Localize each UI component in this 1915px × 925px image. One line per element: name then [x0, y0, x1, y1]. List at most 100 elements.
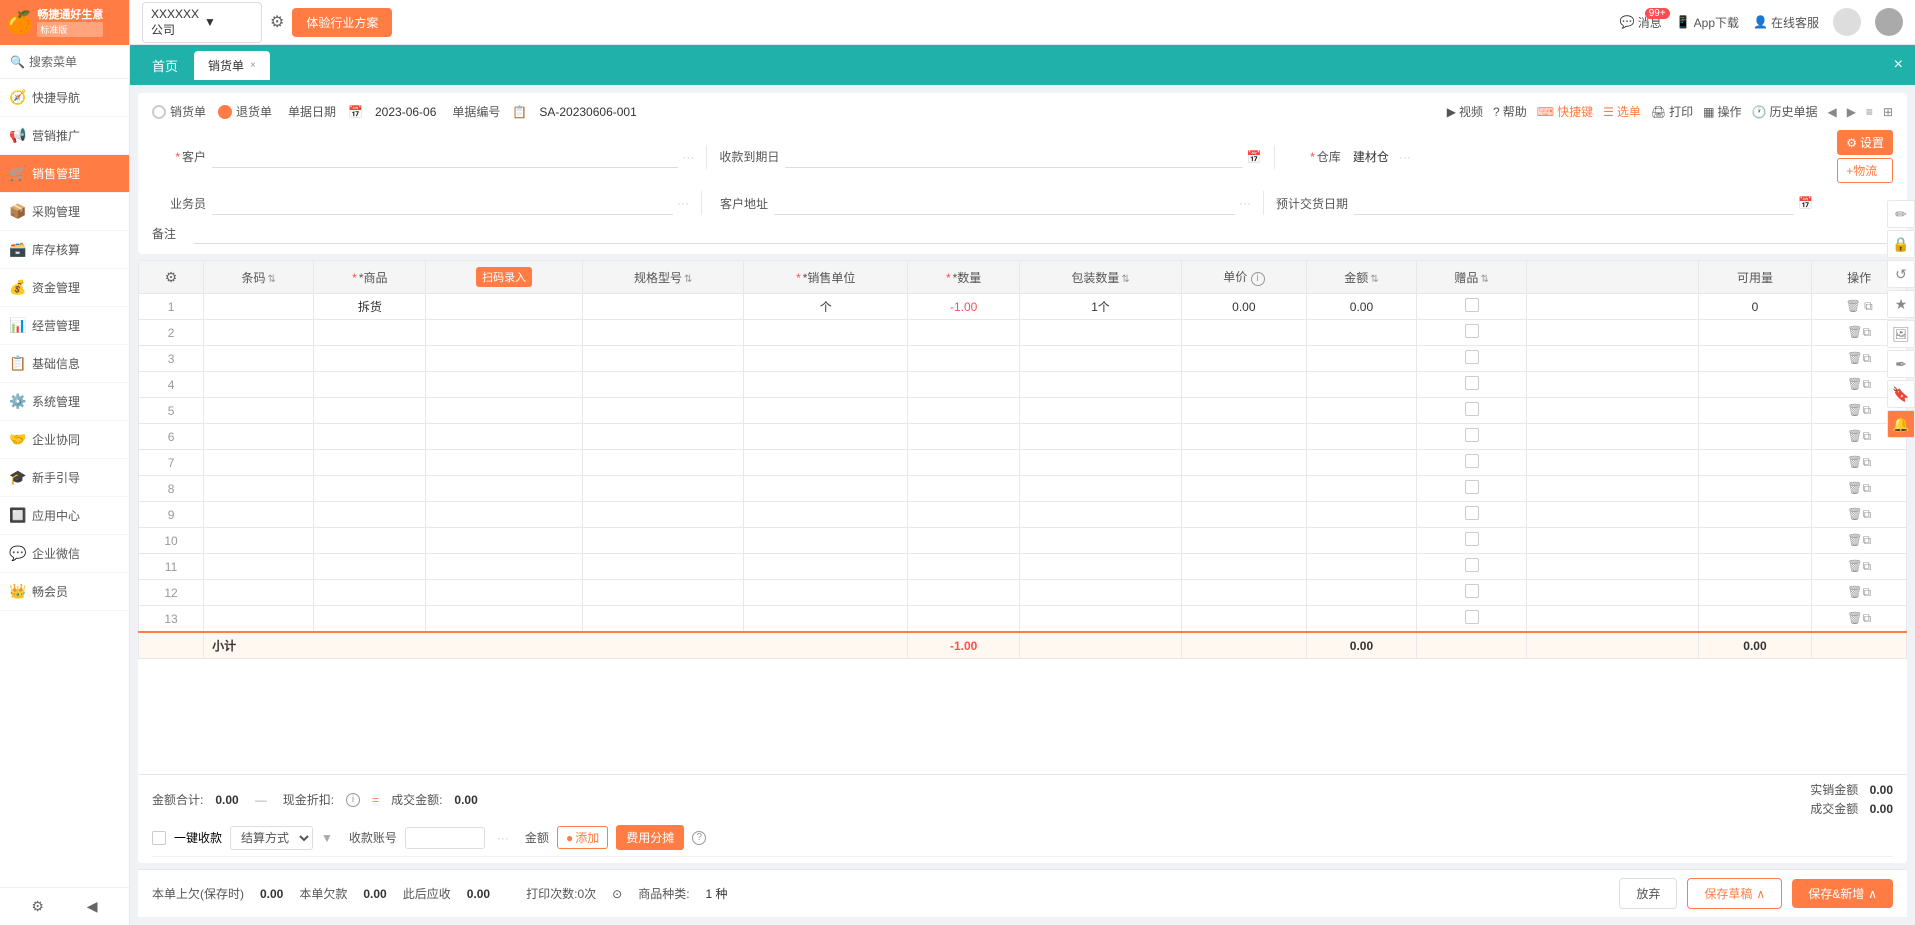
cell-amount[interactable]: [1306, 580, 1416, 606]
cell-price[interactable]: [1181, 528, 1306, 554]
one-click-pay-checkbox[interactable]: [152, 831, 166, 845]
customer-addr-input[interactable]: [774, 192, 1235, 215]
cell-product[interactable]: [314, 372, 426, 398]
cell-unit[interactable]: [744, 554, 908, 580]
calendar-icon[interactable]: 📅: [348, 105, 363, 119]
float-star-icon[interactable]: ★: [1887, 290, 1915, 318]
save-new-button[interactable]: 保存&新增 ∧: [1792, 879, 1893, 908]
cell-product[interactable]: [314, 580, 426, 606]
cell-barcode[interactable]: [204, 398, 314, 424]
settings-gear-button[interactable]: ⚙: [270, 12, 284, 32]
cell-unit[interactable]: [744, 320, 908, 346]
cell-product[interactable]: [314, 554, 426, 580]
cell-pkg-qty[interactable]: [1020, 476, 1182, 502]
cell-product[interactable]: [314, 606, 426, 633]
sidebar-item-finance[interactable]: 💰 资金管理: [0, 269, 129, 307]
price-info-icon[interactable]: i: [1251, 272, 1265, 286]
cell-price[interactable]: [1181, 372, 1306, 398]
cell-amount[interactable]: [1306, 450, 1416, 476]
cell-spec[interactable]: [582, 476, 744, 502]
cell-barcode[interactable]: [204, 450, 314, 476]
cell-pkg-qty[interactable]: [1020, 580, 1182, 606]
due-date-input[interactable]: [785, 145, 1242, 168]
cell-unit[interactable]: [744, 372, 908, 398]
cell-pkg-qty[interactable]: [1020, 346, 1182, 372]
cell-pkg-qty[interactable]: [1020, 320, 1182, 346]
expected-date-calendar-icon[interactable]: 📅: [1798, 196, 1813, 210]
note-input[interactable]: [194, 223, 1893, 244]
cell-amount[interactable]: [1306, 398, 1416, 424]
cell-qty[interactable]: [908, 554, 1020, 580]
cell-barcode[interactable]: [204, 554, 314, 580]
cell-spec[interactable]: [582, 372, 744, 398]
cell-barcode[interactable]: [204, 606, 314, 633]
gift-checkbox[interactable]: [1465, 558, 1479, 572]
gift-checkbox[interactable]: [1465, 584, 1479, 598]
sidebar-collapse-button[interactable]: ◀: [87, 898, 98, 915]
float-alert-icon[interactable]: 🔔: [1887, 410, 1915, 438]
copy-icon[interactable]: ⧉: [1862, 559, 1871, 573]
cell-qty[interactable]: [908, 528, 1020, 554]
cell-pkg-qty[interactable]: [1020, 398, 1182, 424]
cell-unit[interactable]: [744, 502, 908, 528]
float-pencil-icon[interactable]: ✒: [1887, 350, 1915, 378]
gift-checkbox[interactable]: [1465, 454, 1479, 468]
scan-input-button[interactable]: 扫码录入: [476, 267, 532, 287]
cell-product[interactable]: [314, 346, 426, 372]
cell-amount[interactable]: 0.00: [1306, 294, 1416, 320]
salesperson-input[interactable]: [212, 192, 673, 215]
cell-product[interactable]: [314, 528, 426, 554]
cell-spec[interactable]: [582, 580, 744, 606]
cell-amount[interactable]: [1306, 606, 1416, 633]
cell-unit[interactable]: [744, 580, 908, 606]
delete-icon[interactable]: 🗑: [1846, 299, 1861, 313]
delete-icon[interactable]: 🗑: [1847, 325, 1862, 339]
company-selector[interactable]: XXXXXX公司 ▼: [142, 2, 262, 43]
cell-product[interactable]: [314, 450, 426, 476]
cell-barcode[interactable]: [204, 372, 314, 398]
account-input[interactable]: [405, 827, 485, 849]
salesperson-dots[interactable]: ···: [677, 196, 689, 210]
addr-dots[interactable]: ···: [1239, 196, 1251, 210]
float-lock-icon[interactable]: 🔒: [1887, 230, 1915, 258]
abandon-button[interactable]: 放弃: [1619, 878, 1677, 909]
user-avatar[interactable]: [1833, 8, 1861, 36]
expense-allocation-button[interactable]: 费用分摊: [616, 825, 684, 850]
copy-icon[interactable]: ⧉: [1862, 611, 1871, 625]
cell-price[interactable]: [1181, 502, 1306, 528]
cell-price[interactable]: [1181, 554, 1306, 580]
radio-return[interactable]: 退货单: [218, 103, 272, 120]
cell-pkg-qty[interactable]: 1个: [1020, 294, 1182, 320]
sidebar-item-system[interactable]: ⚙️ 系统管理: [0, 383, 129, 421]
cell-amount[interactable]: [1306, 346, 1416, 372]
sidebar-item-quick-nav[interactable]: 🧭 快捷导航: [0, 79, 129, 117]
delete-icon[interactable]: 🗑: [1847, 585, 1862, 599]
cell-barcode[interactable]: [204, 502, 314, 528]
copy-icon[interactable]: ⧉: [1864, 299, 1873, 313]
sidebar-item-vip[interactable]: 👑 畅会员: [0, 573, 129, 611]
cell-barcode[interactable]: [204, 294, 314, 320]
app-download-button[interactable]: 📱 App下载: [1676, 14, 1739, 31]
gift-checkbox[interactable]: [1465, 480, 1479, 494]
cell-unit[interactable]: 个: [744, 294, 908, 320]
cell-barcode[interactable]: [204, 528, 314, 554]
cell-product[interactable]: [314, 476, 426, 502]
cell-unit[interactable]: [744, 476, 908, 502]
cell-barcode[interactable]: [204, 346, 314, 372]
sidebar-item-operation[interactable]: 📊 经营管理: [0, 307, 129, 345]
cell-product[interactable]: [314, 502, 426, 528]
cell-amount[interactable]: [1306, 372, 1416, 398]
cell-price[interactable]: [1181, 346, 1306, 372]
cell-barcode[interactable]: [204, 476, 314, 502]
close-all-button[interactable]: ×: [1890, 52, 1907, 78]
cell-amount[interactable]: [1306, 502, 1416, 528]
action-choose[interactable]: ☰ 选单: [1603, 103, 1641, 120]
cell-qty[interactable]: [908, 476, 1020, 502]
warehouse-dots[interactable]: ···: [1399, 150, 1411, 164]
search-menu[interactable]: 🔍 搜索菜单: [0, 45, 129, 79]
cell-price[interactable]: 0.00: [1181, 294, 1306, 320]
delete-icon[interactable]: 🗑: [1847, 507, 1862, 521]
radio-sales[interactable]: 销货单: [152, 103, 206, 120]
cell-unit[interactable]: [744, 424, 908, 450]
copy-icon[interactable]: ⧉: [1862, 325, 1871, 339]
